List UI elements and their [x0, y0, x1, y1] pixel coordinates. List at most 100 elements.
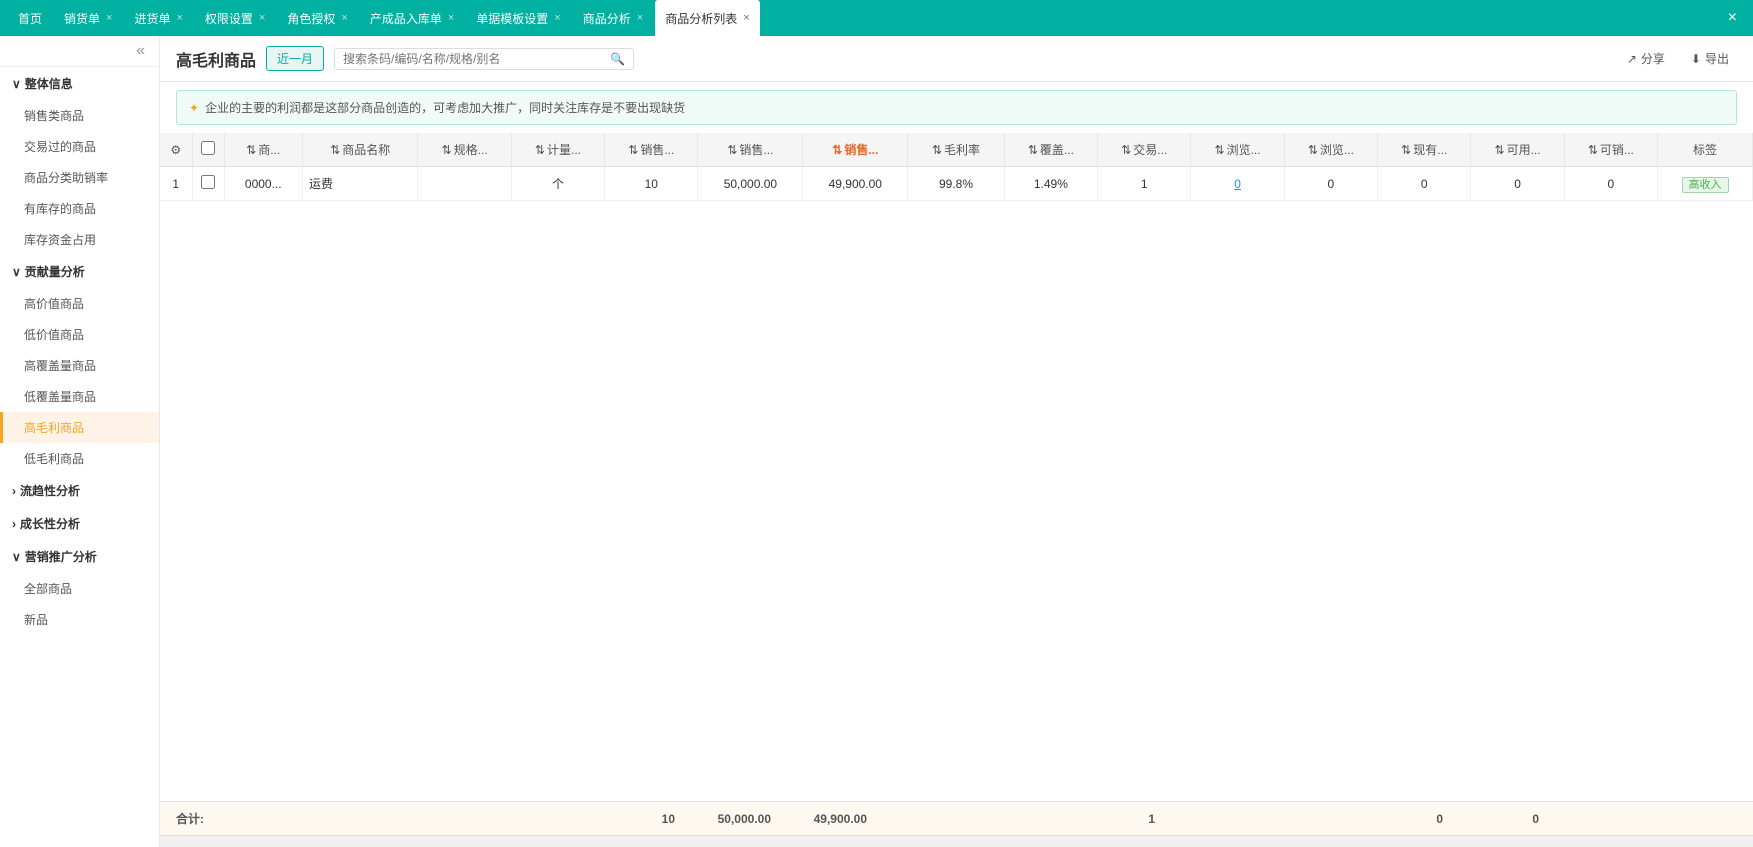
sidebar-item-high-value[interactable]: 高价值商品	[0, 288, 159, 319]
data-table-container: ⚙ ⇅ 商... ⇅	[160, 133, 1753, 801]
nav-tab-template[interactable]: 单据模板设置 ×	[466, 0, 570, 36]
chevron-right-icon: ›	[12, 484, 16, 498]
saleable-column-header: ⇅ 可销...	[1564, 133, 1657, 167]
row-spec	[418, 167, 511, 201]
filter-recent-month-button[interactable]: 近一月	[266, 46, 324, 71]
page-title: 高毛利商品	[176, 47, 256, 71]
table-row: 1 0000... 运费 个 10 50,000.00 49,900.00 99…	[160, 167, 1753, 201]
nav-tab-home[interactable]: 首页	[8, 0, 52, 36]
sidebar-item-all-goods[interactable]: 全部商品	[0, 573, 159, 604]
tag-badge: 高收入	[1682, 177, 1729, 193]
unit-column-header: ⇅ 计量...	[511, 133, 604, 167]
main-layout: « ∨ 整体信息 销售类商品 交易过的商品 商品分类助销率 有库存的商品 库存资…	[0, 36, 1753, 847]
sidebar-item-low-margin[interactable]: 低毛利商品	[0, 443, 159, 474]
export-icon: ⬇	[1691, 52, 1701, 66]
nav-tab-analysis[interactable]: 商品分析 ×	[573, 0, 653, 36]
close-icon[interactable]: ×	[176, 12, 182, 24]
sidebar-item-low-coverage[interactable]: 低覆盖量商品	[0, 381, 159, 412]
sales-qty-column-header: ⇅ 销售...	[605, 133, 698, 167]
content-area: 高毛利商品 近一月 🔍 ↗ 分享 ⬇ 导出 ✦ 企业的主要的利润都是这部分商品创…	[160, 36, 1753, 847]
nav-tab-analysis-list[interactable]: 商品分析列表 ×	[655, 0, 759, 36]
sidebar-group-growth[interactable]: › 成长性分析	[0, 507, 159, 540]
sidebar-collapse-button[interactable]: «	[130, 40, 151, 62]
close-icon[interactable]: ×	[743, 12, 749, 24]
row-name: 运费	[303, 167, 418, 201]
sidebar-group-overall[interactable]: ∨ 整体信息	[0, 67, 159, 100]
data-table: ⚙ ⇅ 商... ⇅	[160, 133, 1753, 201]
row-gross-margin: 99.8%	[908, 167, 1005, 201]
info-banner: ✦ 企业的主要的利润都是这部分商品创造的，可考虑加大推广，同时关注库存是不要出现…	[176, 90, 1737, 125]
row-transaction: 1	[1098, 167, 1191, 201]
coverage-column-header: ⇅ 覆盖...	[1004, 133, 1097, 167]
share-icon: ↗	[1627, 52, 1637, 66]
close-icon[interactable]: ×	[554, 12, 560, 24]
row-browse1[interactable]: 0	[1191, 167, 1284, 201]
search-box: 🔍	[334, 48, 634, 70]
tag-column-header: 标签	[1658, 133, 1753, 167]
checkbox-column-header	[192, 133, 224, 167]
sidebar-item-stock-capital[interactable]: 库存资金占用	[0, 224, 159, 255]
close-icon[interactable]: ×	[106, 12, 112, 24]
row-checkbox	[192, 167, 224, 201]
top-navigation: 首页 销货单 × 进货单 × 权限设置 × 角色授权 × 产成品入库单 × 单据…	[0, 0, 1753, 36]
search-icon[interactable]: 🔍	[610, 52, 625, 66]
row-current-stock: 0	[1378, 167, 1471, 201]
row-sales-qty: 10	[605, 167, 698, 201]
footer-available: 0	[1465, 812, 1545, 826]
browse2-column-header: ⇅ 浏览...	[1284, 133, 1377, 167]
select-all-checkbox[interactable]	[201, 141, 215, 155]
sidebar-item-stocked-goods[interactable]: 有库存的商品	[0, 193, 159, 224]
row-coverage: 1.49%	[1004, 167, 1097, 201]
nav-tab-product-stock[interactable]: 产成品入库单 ×	[360, 0, 464, 36]
nav-tab-role[interactable]: 角色授权 ×	[277, 0, 357, 36]
footer-sales-amount: 50,000.00	[697, 812, 777, 826]
row-unit: 个	[511, 167, 604, 201]
chevron-down-icon: ∨	[12, 265, 21, 279]
nav-tab-sales[interactable]: 销货单 ×	[54, 0, 122, 36]
table-footer: 合计: 10 50,000.00 49,900.00 1 0 0	[160, 801, 1753, 835]
current-stock-column-header: ⇅ 现有...	[1378, 133, 1471, 167]
nav-tab-permission[interactable]: 权限设置 ×	[195, 0, 275, 36]
close-icon[interactable]: ×	[448, 12, 454, 24]
sidebar-item-high-coverage[interactable]: 高覆盖量商品	[0, 350, 159, 381]
row-saleable: 0	[1564, 167, 1657, 201]
sidebar-item-new-goods[interactable]: 新品	[0, 604, 159, 635]
sidebar-item-sales-goods[interactable]: 销售类商品	[0, 100, 159, 131]
row-code: 0000...	[224, 167, 303, 201]
name-column-header: ⇅ 商品名称	[303, 133, 418, 167]
settings-column-header[interactable]: ⚙	[160, 133, 192, 167]
transaction-column-header: ⇅ 交易...	[1098, 133, 1191, 167]
sidebar-group-marketing[interactable]: ∨ 营销推广分析	[0, 540, 159, 573]
sales-amount-column-header: ⇅ 销售...	[698, 133, 803, 167]
code-column-header: ⇅ 商...	[224, 133, 303, 167]
window-close-button[interactable]: ×	[1720, 9, 1745, 27]
info-text: 企业的主要的利润都是这部分商品创造的，可考虑加大推广，同时关注库存是不要出现缺货	[205, 99, 685, 116]
sales-cost-column-header: ⇅ 销售...	[803, 133, 908, 167]
share-button[interactable]: ↗ 分享	[1619, 46, 1673, 71]
footer-current-stock: 0	[1369, 812, 1449, 826]
sidebar-item-low-value[interactable]: 低价值商品	[0, 319, 159, 350]
chevron-right-icon: ›	[12, 517, 16, 531]
sidebar-item-traded-goods[interactable]: 交易过的商品	[0, 131, 159, 162]
horizontal-scrollbar[interactable]	[160, 835, 1753, 847]
export-button[interactable]: ⬇ 导出	[1683, 46, 1737, 71]
footer-sales-qty: 10	[641, 812, 681, 826]
close-icon[interactable]: ×	[637, 12, 643, 24]
sidebar-group-trend[interactable]: › 流趋性分析	[0, 474, 159, 507]
row-sales-amount: 50,000.00	[698, 167, 803, 201]
gross-margin-column-header: ⇅ 毛利率	[908, 133, 1005, 167]
close-icon[interactable]: ×	[259, 12, 265, 24]
nav-tab-purchase[interactable]: 进货单 ×	[124, 0, 192, 36]
row-tag: 高收入	[1658, 167, 1753, 201]
content-header: 高毛利商品 近一月 🔍 ↗ 分享 ⬇ 导出	[160, 36, 1753, 82]
sidebar-group-contribution[interactable]: ∨ 贡献量分析	[0, 255, 159, 288]
available-column-header: ⇅ 可用...	[1471, 133, 1564, 167]
table-header-row: ⚙ ⇅ 商... ⇅	[160, 133, 1753, 167]
sidebar-item-high-margin[interactable]: 高毛利商品	[0, 412, 159, 443]
row-select-checkbox[interactable]	[201, 175, 215, 189]
search-input[interactable]	[343, 52, 606, 66]
close-icon[interactable]: ×	[341, 12, 347, 24]
chevron-down-icon: ∨	[12, 77, 21, 91]
sidebar-item-category-rate[interactable]: 商品分类助销率	[0, 162, 159, 193]
row-sales-cost: 49,900.00	[803, 167, 908, 201]
